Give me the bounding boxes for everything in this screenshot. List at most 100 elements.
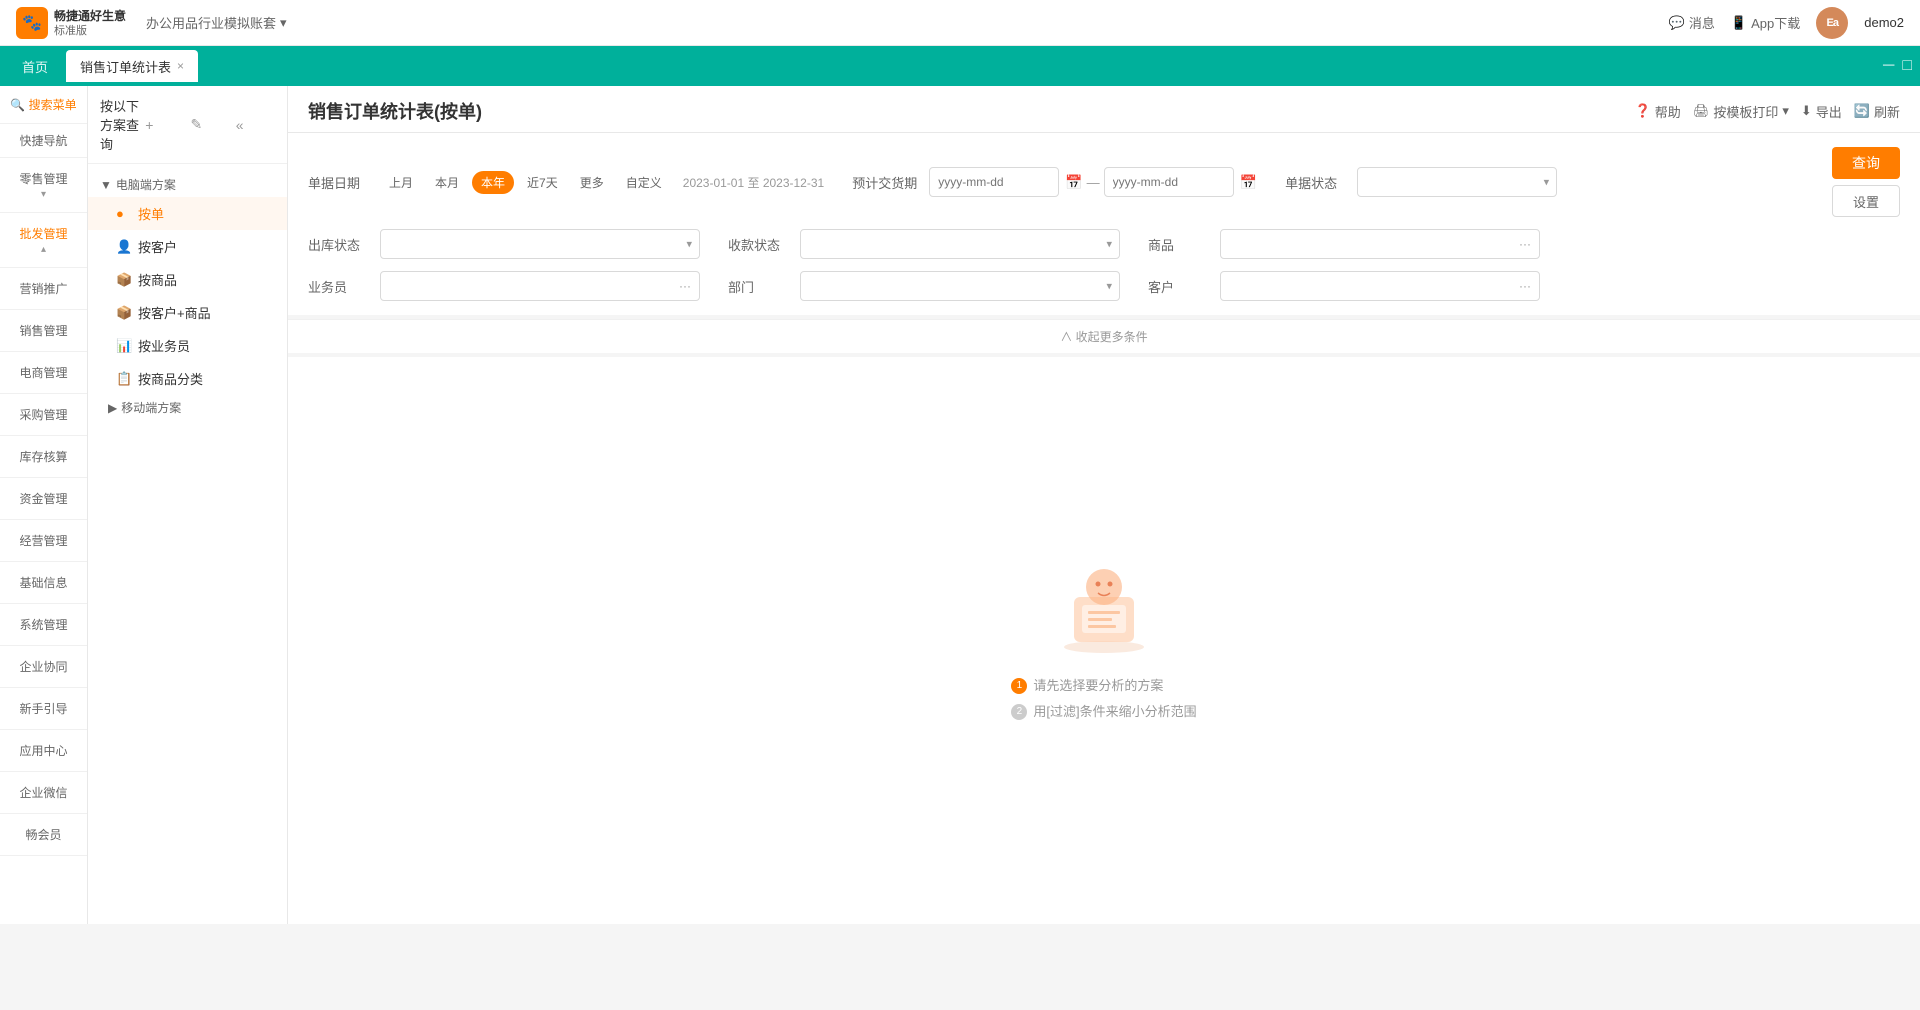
refresh-icon: 🔄 [1854, 103, 1870, 119]
top-bar-left: 🐾 畅捷通好生意 标准版 [16, 7, 126, 39]
sidebar-item-quicknav[interactable]: 快捷导航 [0, 124, 87, 158]
help-btn[interactable]: ❓ 帮助 [1635, 102, 1681, 121]
scheme-collapse-btn[interactable]: « [236, 117, 275, 133]
customer-field[interactable]: ··· [1220, 271, 1540, 301]
tab-home[interactable]: 首页 [8, 50, 62, 82]
workspace-selector[interactable]: 办公用品行业模拟账套 ▾ [146, 13, 287, 32]
user-name[interactable]: demo2 [1864, 15, 1904, 30]
sidebar-item-finance[interactable]: 资金管理 [0, 478, 87, 520]
status-dropdown[interactable]: ▾ [1357, 167, 1557, 197]
sidebar-item-collab[interactable]: 企业协同 [0, 646, 87, 688]
sidebar-quicknav-label: 快捷导航 [19, 134, 67, 148]
export-btn[interactable]: ⬇ 导出 [1801, 102, 1842, 121]
main-content: 销售订单统计表(按单) ❓ 帮助 🖨 按模板打印 ▾ ⬇ 导出 [288, 86, 1920, 924]
sidebar-item-basic[interactable]: 基础信息 [0, 562, 87, 604]
scheme-item-by-goods[interactable]: 📦 按商品 [88, 263, 287, 296]
status-select[interactable] [1357, 167, 1557, 197]
filter-row-2: 出库状态 ▾ 收款状态 ▾ 商品 [308, 229, 1900, 259]
print-btn[interactable]: 🖨 按模板打印 ▾ [1693, 102, 1789, 121]
goods-more-btn[interactable]: ··· [1519, 237, 1531, 251]
sidebar-item-wechat[interactable]: 企业微信 [0, 772, 87, 814]
sidebar-item-operations[interactable]: 经营管理 [0, 520, 87, 562]
workspace-area[interactable]: 办公用品行业模拟账套 ▾ [146, 13, 1649, 32]
user-avatar[interactable]: Ea [1816, 7, 1848, 39]
tab-home-label: 首页 [22, 57, 48, 76]
sidebar-item-sales[interactable]: 销售管理 [0, 310, 87, 352]
workspace-label: 办公用品行业模拟账套 [146, 13, 276, 32]
scheme-item-by-category[interactable]: 📋 按商品分类 [88, 362, 287, 395]
scheme-item-by-salesman[interactable]: 📊 按业务员 [88, 329, 287, 362]
out-status-select[interactable] [380, 229, 700, 259]
salesman-field[interactable]: ··· [380, 271, 700, 301]
sidebar-item-system[interactable]: 系统管理 [0, 604, 87, 646]
tab-sales-order[interactable]: 销售订单统计表 × [66, 50, 198, 82]
sidebar-item-wholesale[interactable]: 批发管理 ▴ [0, 213, 87, 268]
download-icon: 📱 [1731, 15, 1747, 31]
app-info: 畅捷通好生意 标准版 [54, 7, 126, 38]
app-download-btn[interactable]: 📱 App下载 [1731, 13, 1800, 32]
query-btn[interactable]: 查询 [1832, 147, 1900, 179]
scheme-item-by-order[interactable]: ● 按单 [88, 197, 287, 230]
dept-select[interactable] [800, 271, 1120, 301]
date-tag-this-year[interactable]: 本年 [472, 171, 514, 194]
status-label: 单据状态 [1285, 173, 1345, 192]
goods-field[interactable]: ··· [1220, 229, 1540, 259]
date-filter: 上月 本月 本年 近7天 更多 自定义 2023-01-01 至 2023-12… [380, 171, 824, 194]
date-separator: — [1087, 175, 1100, 190]
sidebar-item-retail[interactable]: 零售管理 ▾ [0, 158, 87, 213]
scheme-cg-label: 按客户+商品 [138, 303, 211, 322]
dept-dropdown[interactable]: ▾ [800, 271, 1120, 301]
pay-status-dropdown[interactable]: ▾ [800, 229, 1120, 259]
sidebar-item-member[interactable]: 畅会员 [0, 814, 87, 856]
scheme-panel-header: 按以下方案查询 + ✎ « [88, 86, 287, 164]
expected-date-start[interactable] [929, 167, 1059, 197]
scheme-panel-title: 按以下方案查询 [100, 96, 139, 153]
tip-num-2: 2 [1011, 704, 1027, 720]
sidebar-member-label: 畅会员 [25, 826, 61, 843]
goods-input[interactable]: ··· [1220, 229, 1540, 259]
sidebar-search[interactable]: 🔍 搜索菜单 [0, 86, 87, 124]
tab-close-icon[interactable]: × [177, 59, 184, 73]
calendar-end-icon[interactable]: 📅 [1240, 174, 1257, 191]
sidebar-item-guide[interactable]: 新手引导 [0, 688, 87, 730]
scheme-category-icon: 📋 [116, 371, 132, 387]
salesman-more-btn[interactable]: ··· [679, 279, 691, 293]
sidebar-item-purchase[interactable]: 采购管理 [0, 394, 87, 436]
date-tag-this-month[interactable]: 本月 [426, 171, 468, 194]
salesman-input[interactable]: ··· [380, 271, 700, 301]
expected-date-end[interactable] [1104, 167, 1234, 197]
scheme-group-mobile[interactable]: ▶ 移动端方案 [88, 395, 287, 420]
help-icon: ❓ [1635, 103, 1651, 119]
sidebar-finance-label: 资金管理 [19, 490, 67, 507]
collapse-btn[interactable]: ∧ 收起更多条件 [288, 319, 1920, 353]
date-tag-7days[interactable]: 近7天 [518, 171, 567, 194]
sidebar-wholesale-label: 批发管理 [19, 225, 67, 242]
refresh-btn[interactable]: 🔄 刷新 [1854, 102, 1900, 121]
sidebar-item-ecommerce[interactable]: 电商管理 [0, 352, 87, 394]
sidebar-item-appcenter[interactable]: 应用中心 [0, 730, 87, 772]
sidebar-item-marketing[interactable]: 营销推广 [0, 268, 87, 310]
customer-more-btn[interactable]: ··· [1519, 279, 1531, 293]
scheme-add-btn[interactable]: + [145, 117, 184, 133]
top-bar: 🐾 畅捷通好生意 标准版 办公用品行业模拟账套 ▾ 💬 消息 📱 App下载 E… [0, 0, 1920, 46]
scheme-item-by-customer-goods[interactable]: 📦 按客户+商品 [88, 296, 287, 329]
tab-minimize-btn[interactable]: ─ [1883, 57, 1894, 75]
sidebar-basic-label: 基础信息 [19, 574, 67, 591]
print-label: 按模板打印 [1713, 102, 1778, 121]
filter-row-3: 业务员 ··· 部门 ▾ 客户 [308, 271, 1900, 301]
date-tag-last-month[interactable]: 上月 [380, 171, 422, 194]
scheme-item-by-customer[interactable]: 👤 按客户 [88, 230, 287, 263]
scheme-group-desktop: ▼ 电脑端方案 [88, 172, 287, 197]
pay-status-select[interactable] [800, 229, 1120, 259]
tab-maximize-btn[interactable]: □ [1902, 57, 1912, 75]
sidebar-appcenter-label: 应用中心 [19, 742, 67, 759]
scheme-edit-btn[interactable]: ✎ [191, 116, 230, 133]
calendar-start-icon[interactable]: 📅 [1065, 174, 1082, 191]
customer-input[interactable]: ··· [1220, 271, 1540, 301]
date-tag-more[interactable]: 更多 [571, 171, 613, 194]
sidebar-item-inventory[interactable]: 库存核算 [0, 436, 87, 478]
settings-btn[interactable]: 设置 [1832, 185, 1900, 217]
message-btn[interactable]: 💬 消息 [1669, 13, 1715, 32]
date-tag-custom[interactable]: 自定义 [617, 171, 671, 194]
out-status-dropdown[interactable]: ▾ [380, 229, 700, 259]
